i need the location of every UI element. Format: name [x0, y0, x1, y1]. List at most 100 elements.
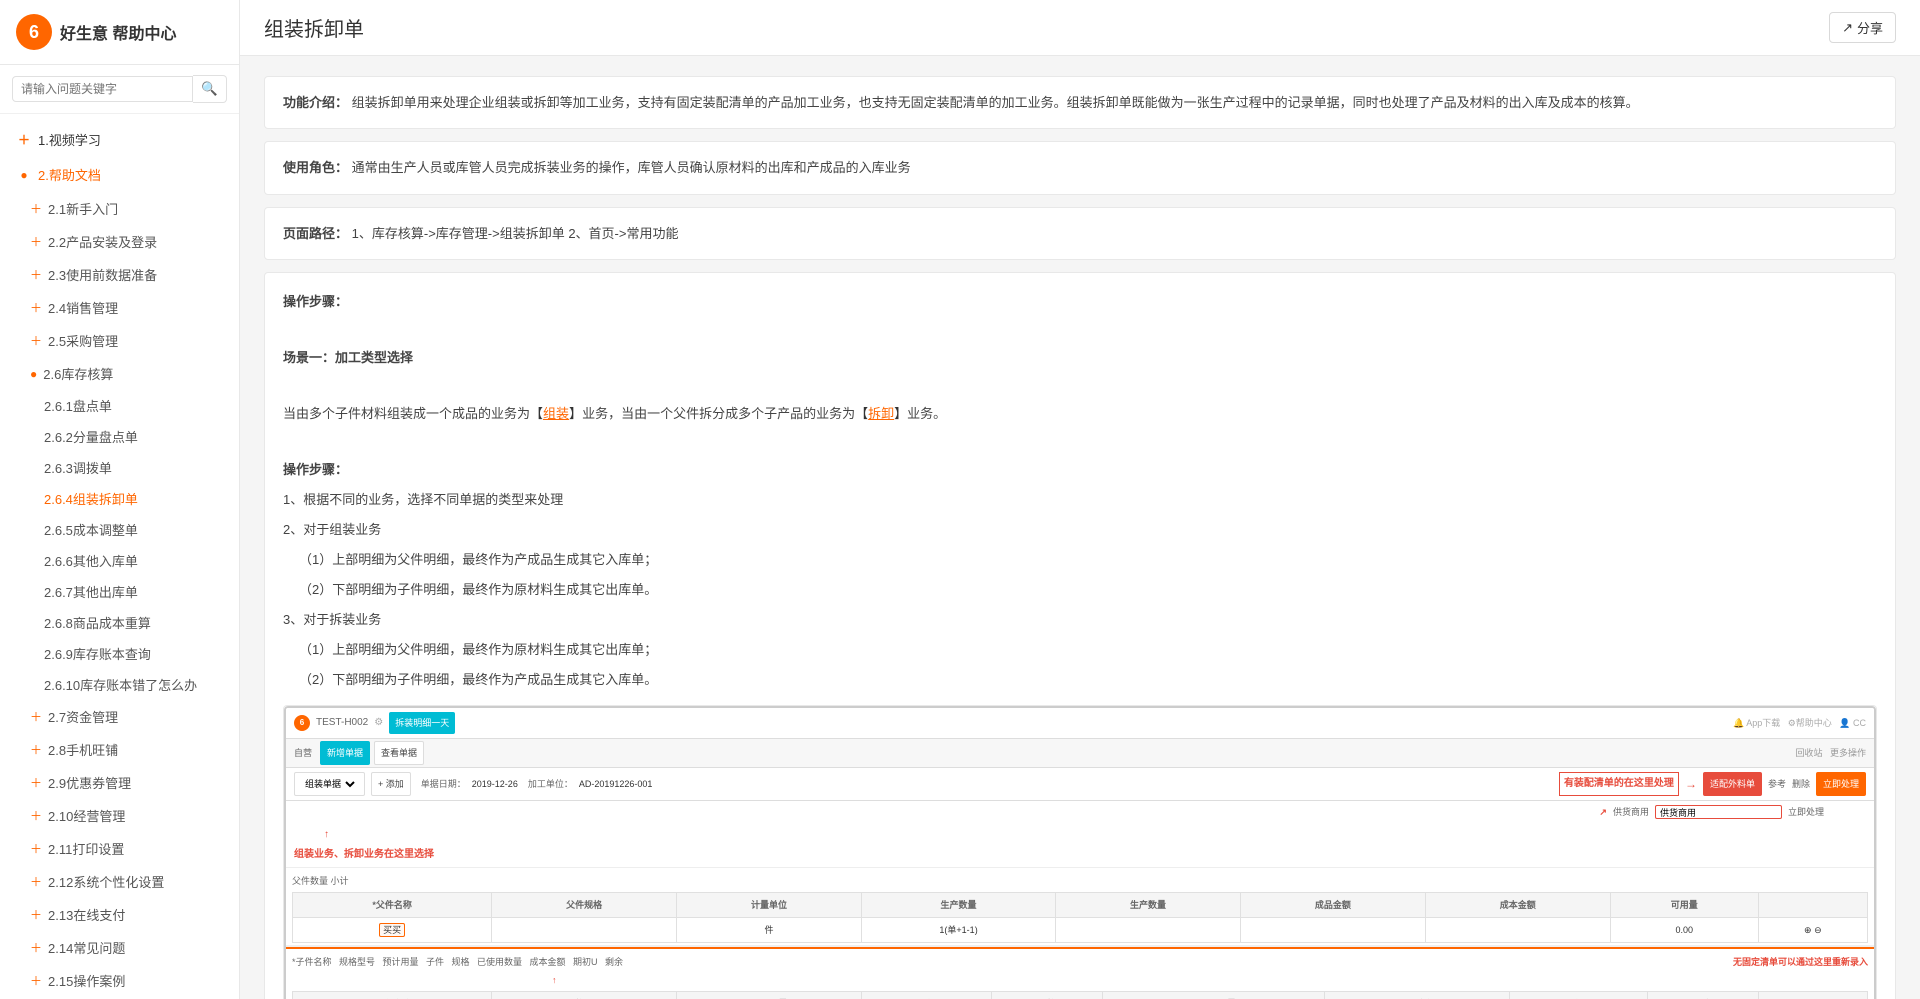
- th-remain: 剩余: [1647, 992, 1758, 999]
- sidebar-item-coupon[interactable]: ＋ 2.9优惠券管理: [0, 766, 239, 799]
- parent-table-container: 父件数量 小计 *父件名称 父件规格 计量单位 生产数量 生产数量 成品金额: [286, 867, 1874, 945]
- sidebar-item-sales[interactable]: ＋ 2.4销售管理: [0, 291, 239, 324]
- th-product-amt: 成品金额: [1241, 893, 1426, 918]
- supplier-input[interactable]: [1655, 805, 1782, 819]
- sidebar-item-inbound[interactable]: 2.6.6其他入库单: [0, 545, 239, 576]
- sidebar-item-inventory[interactable]: ● 2.6库存核算: [0, 357, 239, 390]
- sidebar-item-stocktake[interactable]: 2.6.1盘点单: [0, 390, 239, 421]
- type-select[interactable]: 组装单据 拆卸单据: [301, 778, 358, 790]
- sidebar-item-capital[interactable]: ＋ 2.7资金管理: [0, 700, 239, 733]
- tab-view-order[interactable]: 查看单据: [374, 741, 424, 765]
- th-prod-qty1: 生产数量: [862, 893, 1056, 918]
- th-child-cost: 成本金额: [1324, 992, 1509, 999]
- sidebar-item-payment[interactable]: ＋ 2.13在线支付: [0, 898, 239, 931]
- parent-name-1: 买买: [293, 918, 492, 943]
- sidebar-item-newbie[interactable]: ＋ 2.1新手入门: [0, 192, 239, 225]
- sidebar-item-assembly[interactable]: 2.6.4组装拆卸单: [0, 483, 239, 514]
- parent-row-1: 买买 件 1(单+1-1) 0.00 ⊕ ⊖: [293, 918, 1868, 943]
- btn-select-type[interactable]: 组装单据 拆卸单据: [294, 772, 365, 796]
- app-nav-tabs: 自营 新增单据 查看单据 回收站 更多操作: [286, 739, 1874, 768]
- role-text: 通常由生产人员或库管人员完成拆装业务的操作，库管人员确认原材料的出库和产成品的入…: [352, 160, 911, 175]
- parent-spec-1: [492, 918, 677, 943]
- step-2-2: （2）下部明细为子件明细，最终作为原材料生成其它出库单。: [283, 577, 1877, 603]
- logo-text: 好生意 帮助中心: [60, 20, 176, 44]
- plus-icon-2-13: ＋: [30, 906, 42, 923]
- btn-add[interactable]: + 添加: [371, 772, 411, 796]
- arrow-right-1: →: [1685, 772, 1697, 796]
- plus-icon-2-2: ＋: [30, 233, 42, 250]
- sidebar-header: 6 好生意 帮助中心: [0, 0, 239, 65]
- search-button[interactable]: 🔍: [193, 75, 227, 103]
- sidebar-item-print[interactable]: ＋ 2.11打印设置: [0, 832, 239, 865]
- child-table-container: *子件名称 规格型号 预计用量 子件 规格 已使用数量 成本金额 期初U 剩余 …: [286, 947, 1874, 999]
- sidebar-item-outbound[interactable]: 2.6.7其他出库单: [0, 576, 239, 607]
- plus-icon-2-9: ＋: [30, 774, 42, 791]
- path-text: 1、库存核算->库存管理->组装拆卸单 2、首页->常用功能: [352, 226, 679, 241]
- intro-label: 功能介绍：: [283, 95, 348, 110]
- share-button[interactable]: ↗ 分享: [1829, 12, 1896, 43]
- th-actions: [1758, 893, 1867, 918]
- th-est-qty: 预计用量: [677, 992, 862, 999]
- plus-icon-2-5: ＋: [30, 332, 42, 349]
- sidebar-item-video[interactable]: ＋ 1.视频学习: [0, 122, 239, 157]
- sidebar-item-mobile[interactable]: ＋ 2.8手机旺铺: [0, 733, 239, 766]
- sidebar-item-ops[interactable]: ＋ 2.10经营管理: [0, 799, 239, 832]
- sidebar-item-transfer[interactable]: 2.6.3调拨单: [0, 452, 239, 483]
- search-input[interactable]: [12, 76, 193, 102]
- sidebar-item-partial-stocktake[interactable]: 2.6.2分量盘点单: [0, 421, 239, 452]
- share-icon: ↗: [1842, 20, 1853, 36]
- th-used-qty: 已使用数量: [1102, 992, 1324, 999]
- sidebar-item-data-prep[interactable]: ＋ 2.3使用前数据准备: [0, 258, 239, 291]
- sidebar-item-cases[interactable]: ＋ 2.15操作案例: [0, 964, 239, 997]
- callout3-label: ↑ 组装业务、拆卸业务在这里选择: [286, 823, 1874, 867]
- plus-icon-2-1: ＋: [30, 200, 42, 217]
- parent-avail: 0.00: [1610, 918, 1758, 943]
- parent-input[interactable]: 买买: [379, 923, 405, 937]
- ops-steps-title: 操作步骤：: [283, 457, 1877, 483]
- app-main-btn[interactable]: 拆装明细一天: [389, 712, 455, 734]
- role-block: 使用角色： 通常由生产人员或库管人员完成拆装业务的操作，库管人员确认原材料的出库…: [264, 141, 1896, 194]
- topbar: 组装拆卸单 ↗ 分享: [240, 0, 1920, 56]
- callout-label-1: 有装配清单的在这里处理: [1559, 772, 1679, 796]
- th-init-u: 期初U: [1509, 992, 1647, 999]
- parent-unit-1: 件: [677, 918, 862, 943]
- sidebar-item-cost-recalc[interactable]: 2.6.8商品成本重算: [0, 607, 239, 638]
- parent-prod-qty2: [1056, 918, 1241, 943]
- th-cost-amt: 成本金额: [1425, 893, 1610, 918]
- sidebar-item-cost-adj[interactable]: 2.6.5成本调整单: [0, 514, 239, 545]
- step-3-1: （1）上部明细为父件明细，最终作为原材料生成其它出库单；: [283, 637, 1877, 663]
- app-screenshot: 6 TEST-H002 ⚙ 拆装明细一天 🔔 App下载 ⚙帮助中心 👤 CC …: [284, 706, 1876, 999]
- parent-table: *父件名称 父件规格 计量单位 生产数量 生产数量 成品金额 成本金额 可用量: [292, 892, 1868, 943]
- sidebar-item-ledger-query[interactable]: 2.6.9库存账本查询: [0, 638, 239, 669]
- sidebar-item-ledger-fix[interactable]: 2.6.10库存账本错了怎么办: [0, 669, 239, 700]
- sidebar-item-install[interactable]: ＋ 2.2产品安装及登录: [0, 225, 239, 258]
- scene-desc: 当由多个子件材料组装成一个成品的业务为【组装】业务，当由一个父件拆分成多个子产品…: [283, 401, 1877, 427]
- th-prod-qty2: 生产数量: [1056, 893, 1241, 918]
- sidebar-item-purchase[interactable]: ＋ 2.5采购管理: [0, 324, 239, 357]
- logo-icon: 6: [16, 14, 52, 50]
- plus-icon-2-4: ＋: [30, 299, 42, 316]
- plus-icon-2-12: ＋: [30, 873, 42, 890]
- main-content: 组装拆卸单 ↗ 分享 功能介绍： 组装拆卸单用来处理企业组装或拆卸等加工业务，支…: [240, 0, 1920, 999]
- callout3-text: 组装业务、拆卸业务在这里选择: [294, 849, 434, 860]
- step-2-1: （1）上部明细为父件明细，最终作为产成品生成其它入库单；: [283, 547, 1877, 573]
- plus-icon-2-7: ＋: [30, 708, 42, 725]
- sidebar-item-system[interactable]: ＋ 2.12系统个性化设置: [0, 865, 239, 898]
- btn-type-select[interactable]: 适配外料单: [1703, 772, 1762, 796]
- minus-icon: ●: [16, 167, 32, 183]
- parent-prod-qty1: 1(单+1-1): [862, 918, 1056, 943]
- app-toolbar: 组装单据 拆卸单据 + 添加 单据日期： 2019-12-26 加工单位： AD…: [286, 768, 1874, 801]
- nav-sub-list-2: ＋ 2.1新手入门 ＋ 2.2产品安装及登录 ＋ 2.3使用前数据准备 ＋ 2.…: [0, 192, 239, 997]
- btn-confirm[interactable]: 立即处理: [1816, 772, 1866, 796]
- plus-icon-2-11: ＋: [30, 840, 42, 857]
- tab-new-order[interactable]: 新增单据: [320, 741, 370, 765]
- th-child-item: 子件: [862, 992, 992, 999]
- sidebar-item-faq[interactable]: ＋ 2.14常见问题: [0, 931, 239, 964]
- sidebar: 6 好生意 帮助中心 🔍 ＋ 1.视频学习 ● 2.帮助文档 ＋ 2.1新手入门: [0, 0, 240, 999]
- plus-icon: ＋: [16, 132, 32, 148]
- sidebar-item-helpd[interactable]: ● 2.帮助文档: [0, 157, 239, 192]
- th-child-spec2: 规格: [991, 992, 1102, 999]
- steps-block: 操作步骤： 场景一：加工类型选择 当由多个子件材料组装成一个成品的业务为【组装】…: [264, 272, 1896, 999]
- th-child-name: *子件名称: [293, 992, 492, 999]
- callout4-arrow: ↑: [552, 975, 557, 985]
